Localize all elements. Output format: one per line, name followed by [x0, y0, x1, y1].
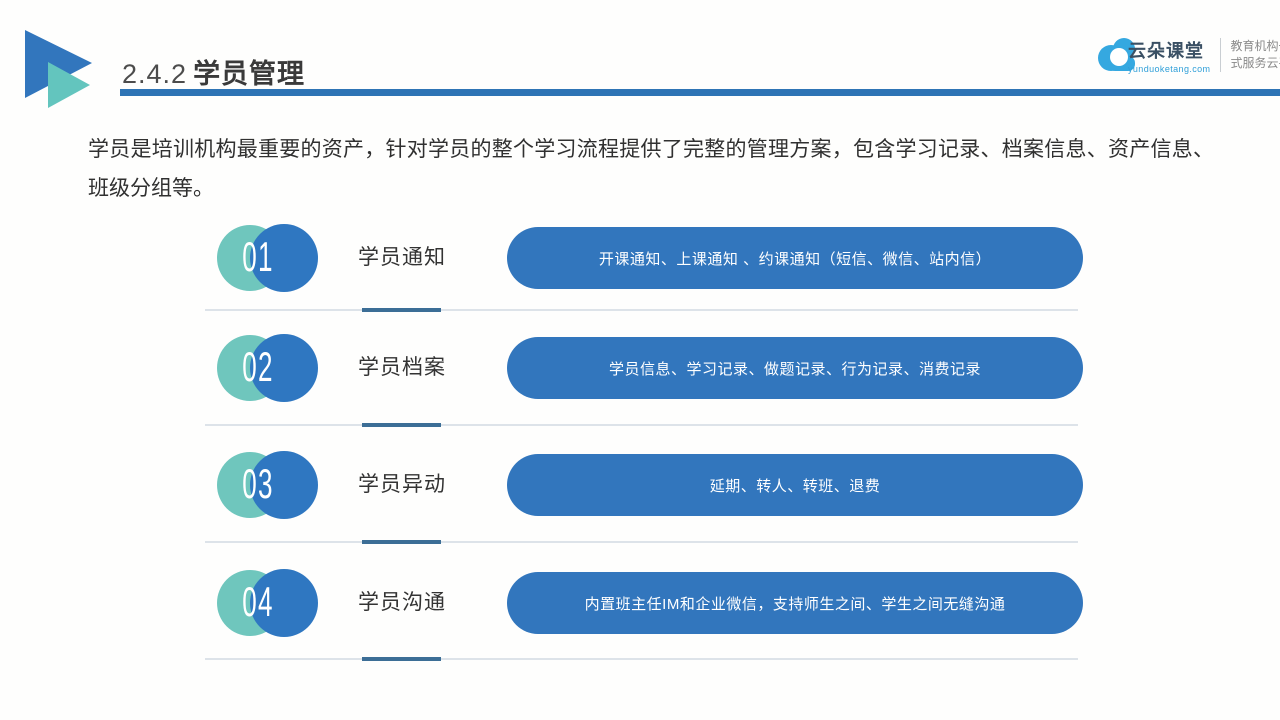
intro-paragraph: 学员是培训机构最重要的资产，针对学员的整个学习流程提供了完整的管理方案，包含学习…	[88, 130, 1214, 208]
triangles-logo-icon	[22, 27, 98, 113]
section-title: 学员管理	[193, 59, 305, 89]
brand-domain: yunduoketang.com	[1128, 64, 1210, 74]
feature-row-change: 03 学员异动 延期、转人、转班、退费	[0, 451, 1280, 519]
brand-separator	[1220, 38, 1221, 72]
row-divider	[205, 658, 1078, 660]
row-label: 学员沟通	[358, 569, 478, 637]
slide-student-management: 2.4.2学员管理 云朵课堂 yunduoketang.com 教育机构一站 式…	[0, 0, 1280, 720]
row-divider	[205, 541, 1078, 543]
page-title: 2.4.2学员管理	[122, 52, 305, 91]
brand-tagline-line2: 式服务云平台	[1230, 55, 1280, 72]
feature-row-archive: 02 学员档案 学员信息、学习记录、做题记录、行为记录、消费记录	[0, 334, 1280, 402]
row-number: 03	[238, 451, 278, 519]
row-description-pill: 开课通知、上课通知 、约课通知（短信、微信、站内信）	[507, 227, 1083, 289]
row-description-pill: 学员信息、学习记录、做题记录、行为记录、消费记录	[507, 337, 1083, 399]
divider-accent	[362, 308, 441, 312]
row-description-pill: 延期、转人、转班、退费	[507, 454, 1083, 516]
section-number: 2.4.2	[122, 59, 187, 89]
row-divider	[205, 424, 1078, 426]
brand-tagline-line1: 教育机构一站	[1230, 38, 1280, 55]
brand-logo: 云朵课堂 yunduoketang.com 教育机构一站 式服务云平台	[1096, 29, 1280, 81]
row-label: 学员异动	[358, 451, 478, 519]
row-divider	[205, 309, 1078, 311]
brand-name: 云朵课堂	[1128, 37, 1204, 63]
row-number: 04	[238, 569, 278, 637]
feature-row-communication: 04 学员沟通 内置班主任IM和企业微信，支持师生之间、学生之间无缝沟通	[0, 569, 1280, 637]
brand-tagline: 教育机构一站 式服务云平台	[1230, 38, 1280, 72]
title-underline	[120, 89, 1280, 96]
divider-accent	[362, 540, 441, 544]
row-description-pill: 内置班主任IM和企业微信，支持师生之间、学生之间无缝沟通	[507, 572, 1083, 634]
brand-text: 云朵课堂 yunduoketang.com	[1128, 37, 1210, 74]
divider-accent	[362, 423, 441, 427]
row-label: 学员通知	[358, 224, 478, 292]
divider-accent	[362, 657, 441, 661]
feature-row-notify: 01 学员通知 开课通知、上课通知 、约课通知（短信、微信、站内信）	[0, 224, 1280, 292]
row-number: 02	[238, 334, 278, 402]
row-label: 学员档案	[358, 334, 478, 402]
row-number: 01	[238, 224, 278, 292]
